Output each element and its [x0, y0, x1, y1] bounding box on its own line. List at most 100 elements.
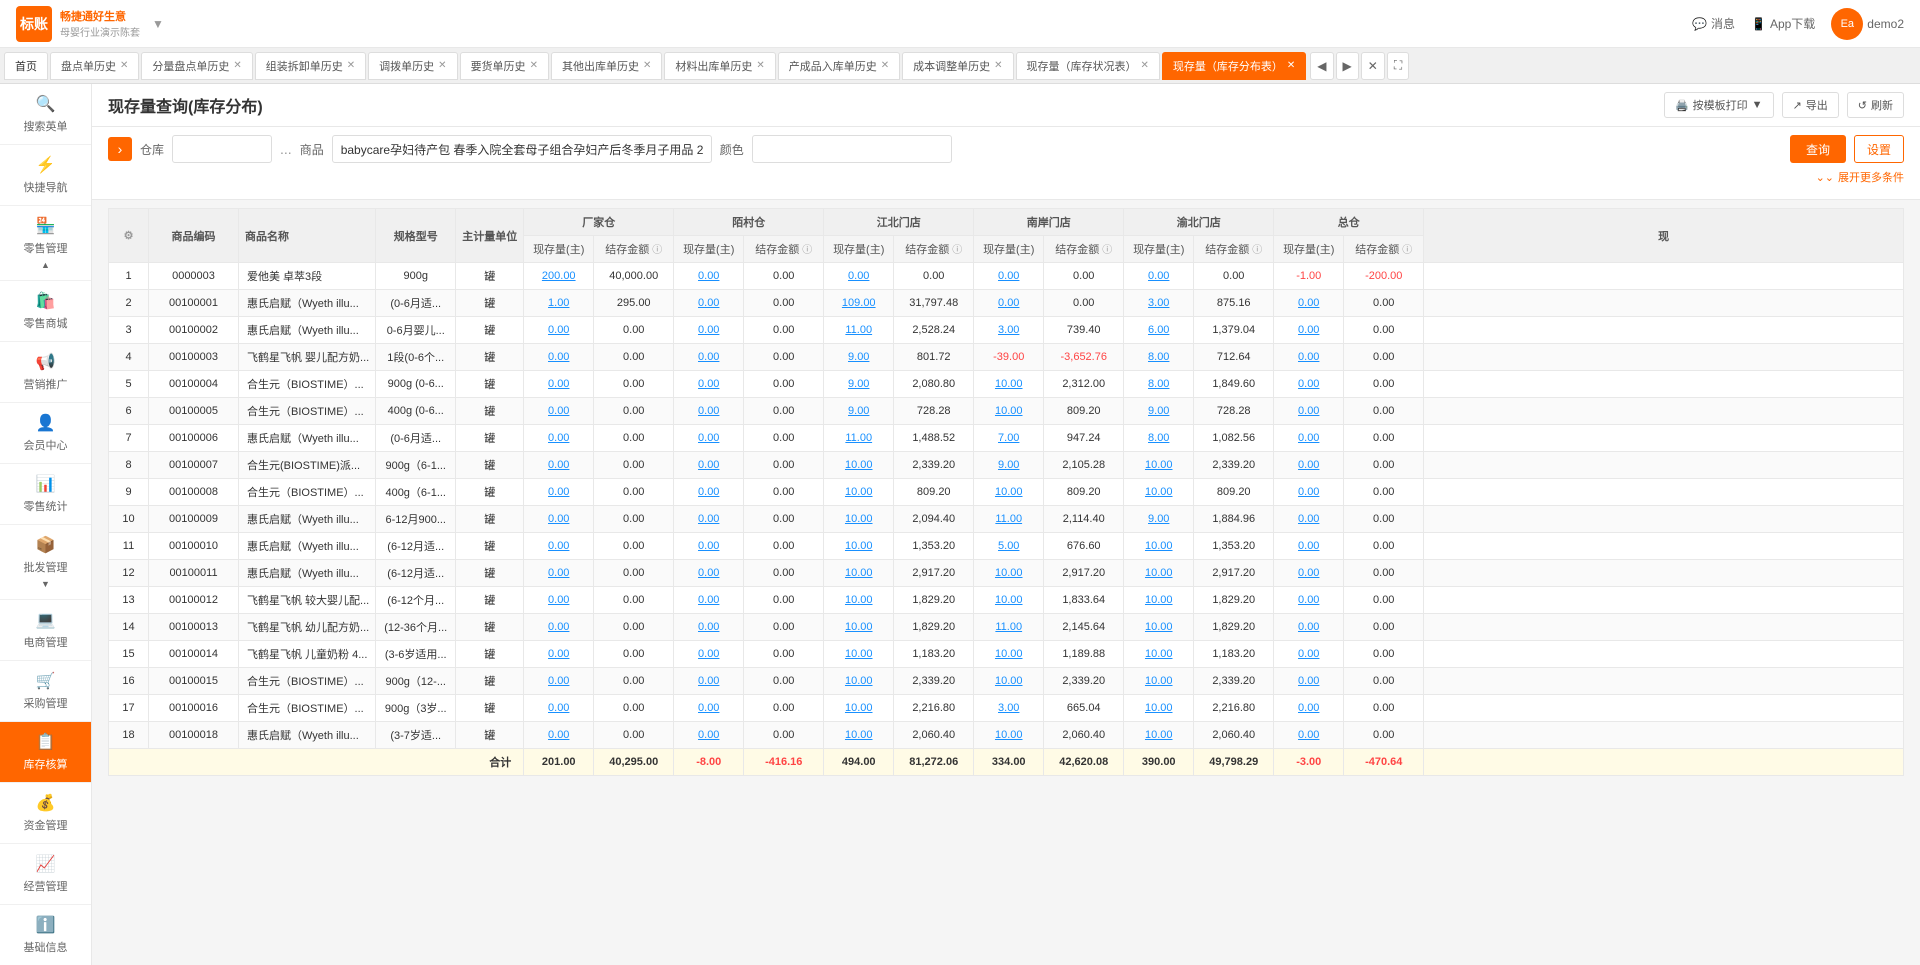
- sidebar-item-stock[interactable]: 📋 库存核算: [0, 722, 91, 783]
- user-profile[interactable]: Ea demo2: [1831, 8, 1904, 40]
- page-actions: 🖨️ 按模板打印 ▼ ↗ 导出 ↺ 刷新: [1664, 92, 1904, 118]
- cell-spec: (6-12个月...: [376, 587, 456, 614]
- cell-unit: 罐: [456, 452, 524, 479]
- app-download-btn[interactable]: 📱 App下载: [1751, 15, 1815, 32]
- selector-dropdown-icon[interactable]: ▼: [152, 17, 164, 31]
- info-icon[interactable]: ⓘ: [952, 245, 962, 256]
- tab-production-in[interactable]: 产成品入库单历史 ✕: [778, 52, 900, 80]
- filter-expand-btn[interactable]: ›: [108, 137, 132, 161]
- stats-icon: 📊: [36, 474, 56, 494]
- table-row: 10 00100009 惠氏启赋（Wyeth illu... 6-12月900.…: [109, 506, 1904, 533]
- close-icon[interactable]: ✕: [994, 60, 1002, 71]
- message-btn[interactable]: 💬 消息: [1692, 15, 1735, 32]
- cell-factory-amount: 0.00: [594, 668, 674, 695]
- sidebar-item-marketing[interactable]: 📢 营销推广: [0, 342, 91, 403]
- tab-material-out[interactable]: 材料出库单历史 ✕: [664, 52, 775, 80]
- close-icon[interactable]: ✕: [1141, 60, 1149, 71]
- cell-village-amount: 0.00: [744, 560, 824, 587]
- sidebar-item-ecommerce[interactable]: 💻 电商管理: [0, 600, 91, 661]
- close-icon[interactable]: ✕: [438, 60, 446, 71]
- info-icon[interactable]: ⓘ: [1402, 245, 1412, 256]
- sidebar-item-basic[interactable]: ℹ️ 基础信息: [0, 905, 91, 965]
- tab-cost-adjust[interactable]: 成本调整单历史 ✕: [902, 52, 1013, 80]
- cell-factory-stock: 0.00: [524, 425, 594, 452]
- cell-nanan-amount: 947.24: [1044, 425, 1124, 452]
- cell-jiangbei-amount: 2,094.40: [894, 506, 974, 533]
- cell-village-stock: 0.00: [674, 506, 744, 533]
- cell-village-stock: 0.00: [674, 263, 744, 290]
- table-row: 18 00100018 惠氏启赋（Wyeth illu... (3-7岁适...…: [109, 722, 1904, 749]
- sidebar-item-operation[interactable]: 📈 经营管理: [0, 844, 91, 905]
- tab-fullscreen-btn[interactable]: ⛶: [1387, 52, 1409, 80]
- tab-inventory-count[interactable]: 盘点单历史 ✕: [50, 52, 139, 80]
- info-icon[interactable]: ⓘ: [1252, 245, 1262, 256]
- table-settings-icon[interactable]: ⚙: [124, 230, 134, 242]
- cell-yuanbei-stock: 10.00: [1124, 479, 1194, 506]
- cell-spec: 900g（6-1...: [376, 452, 456, 479]
- tab-branch-count[interactable]: 分量盘点单历史 ✕: [141, 52, 252, 80]
- col-total-amount: 结存金额 ⓘ: [1344, 236, 1424, 263]
- sidebar-item-retail-mgmt[interactable]: 🏪 零售管理 ▲: [0, 206, 91, 281]
- sidebar-item-purchase[interactable]: 🛒 采购管理: [0, 661, 91, 722]
- close-icon[interactable]: ✕: [756, 60, 764, 71]
- shop-icon: 🛍️: [36, 291, 56, 311]
- cell-village-stock: 0.00: [674, 614, 744, 641]
- phone-icon: 📱: [1751, 17, 1766, 31]
- sidebar-item-member[interactable]: 👤 会员中心: [0, 403, 91, 464]
- color-input[interactable]: [752, 135, 952, 163]
- cell-total-stock: 0.00: [1274, 722, 1344, 749]
- refresh-btn[interactable]: ↺ 刷新: [1847, 92, 1904, 118]
- cell-nanan-stock: 10.00: [974, 668, 1044, 695]
- tab-assembly[interactable]: 组装拆卸单历史 ✕: [255, 52, 366, 80]
- info-icon[interactable]: ⓘ: [1102, 245, 1112, 256]
- tab-requisition[interactable]: 要货单历史 ✕: [460, 52, 549, 80]
- tab-home[interactable]: 首页: [4, 52, 48, 80]
- cell-total-stock: 0.00: [1274, 371, 1344, 398]
- cell-seq: 4: [109, 344, 149, 371]
- info-icon[interactable]: ⓘ: [652, 245, 662, 256]
- sidebar-item-retail-stats[interactable]: 📊 零售统计: [0, 464, 91, 525]
- operation-icon: 📈: [36, 854, 56, 874]
- close-icon[interactable]: ✕: [233, 60, 241, 71]
- warehouse-input[interactable]: [172, 135, 272, 163]
- setting-btn[interactable]: 设置: [1854, 135, 1904, 163]
- close-icon[interactable]: ✕: [881, 60, 889, 71]
- cell-factory-stock: 0.00: [524, 452, 594, 479]
- tab-close-all-btn[interactable]: ✕: [1361, 52, 1385, 80]
- cell-unit: 罐: [456, 425, 524, 452]
- cell-jiangbei-amount: 2,917.20: [894, 560, 974, 587]
- close-icon[interactable]: ✕: [530, 60, 538, 71]
- sidebar-item-nav[interactable]: ⚡ 快捷导航: [0, 145, 91, 206]
- close-icon[interactable]: ✕: [120, 60, 128, 71]
- warehouse-picker-icon[interactable]: ...: [280, 141, 292, 157]
- sidebar-item-finance[interactable]: 💰 资金管理: [0, 783, 91, 844]
- col-jiangbei-stock: 现存量(主): [824, 236, 894, 263]
- expand-more-btn[interactable]: ⌄⌄ 展开更多条件: [1816, 169, 1904, 185]
- cell-spec: 900g（12-...: [376, 668, 456, 695]
- tab-transfer[interactable]: 调拨单历史 ✕: [368, 52, 457, 80]
- sidebar-item-search[interactable]: 🔍 搜索英单: [0, 84, 91, 145]
- cell-village-amount: 0.00: [744, 641, 824, 668]
- cell-extra: [1424, 587, 1904, 614]
- cell-village-stock: 0.00: [674, 317, 744, 344]
- sidebar-item-wholesale[interactable]: 📦 批发管理 ▼: [0, 525, 91, 600]
- info-icon[interactable]: ⓘ: [802, 245, 812, 256]
- print-btn[interactable]: 🖨️ 按模板打印 ▼: [1664, 92, 1774, 118]
- cell-yuanbei-stock: 10.00: [1124, 560, 1194, 587]
- sidebar-item-retail-shop[interactable]: 🛍️ 零售商城: [0, 281, 91, 342]
- close-icon[interactable]: ✕: [643, 60, 651, 71]
- tab-next-btn[interactable]: ▶: [1336, 52, 1359, 80]
- export-btn[interactable]: ↗ 导出: [1782, 92, 1839, 118]
- product-input[interactable]: [332, 135, 712, 163]
- ecommerce-icon: 💻: [36, 610, 56, 630]
- tab-stock-status[interactable]: 现存量（库存状况表） ✕: [1016, 52, 1160, 80]
- cell-total-stock: 0.00: [1274, 614, 1344, 641]
- tab-other-out[interactable]: 其他出库单历史 ✕: [551, 52, 662, 80]
- cell-nanan-stock: 10.00: [974, 479, 1044, 506]
- tab-prev-btn[interactable]: ◀: [1310, 52, 1333, 80]
- purchase-icon: 🛒: [36, 671, 56, 691]
- query-btn[interactable]: 查询: [1790, 135, 1846, 163]
- close-icon[interactable]: ✕: [1287, 60, 1295, 71]
- tab-stock-dist[interactable]: 现存量（库存分布表） ✕: [1162, 52, 1306, 80]
- close-icon[interactable]: ✕: [347, 60, 355, 71]
